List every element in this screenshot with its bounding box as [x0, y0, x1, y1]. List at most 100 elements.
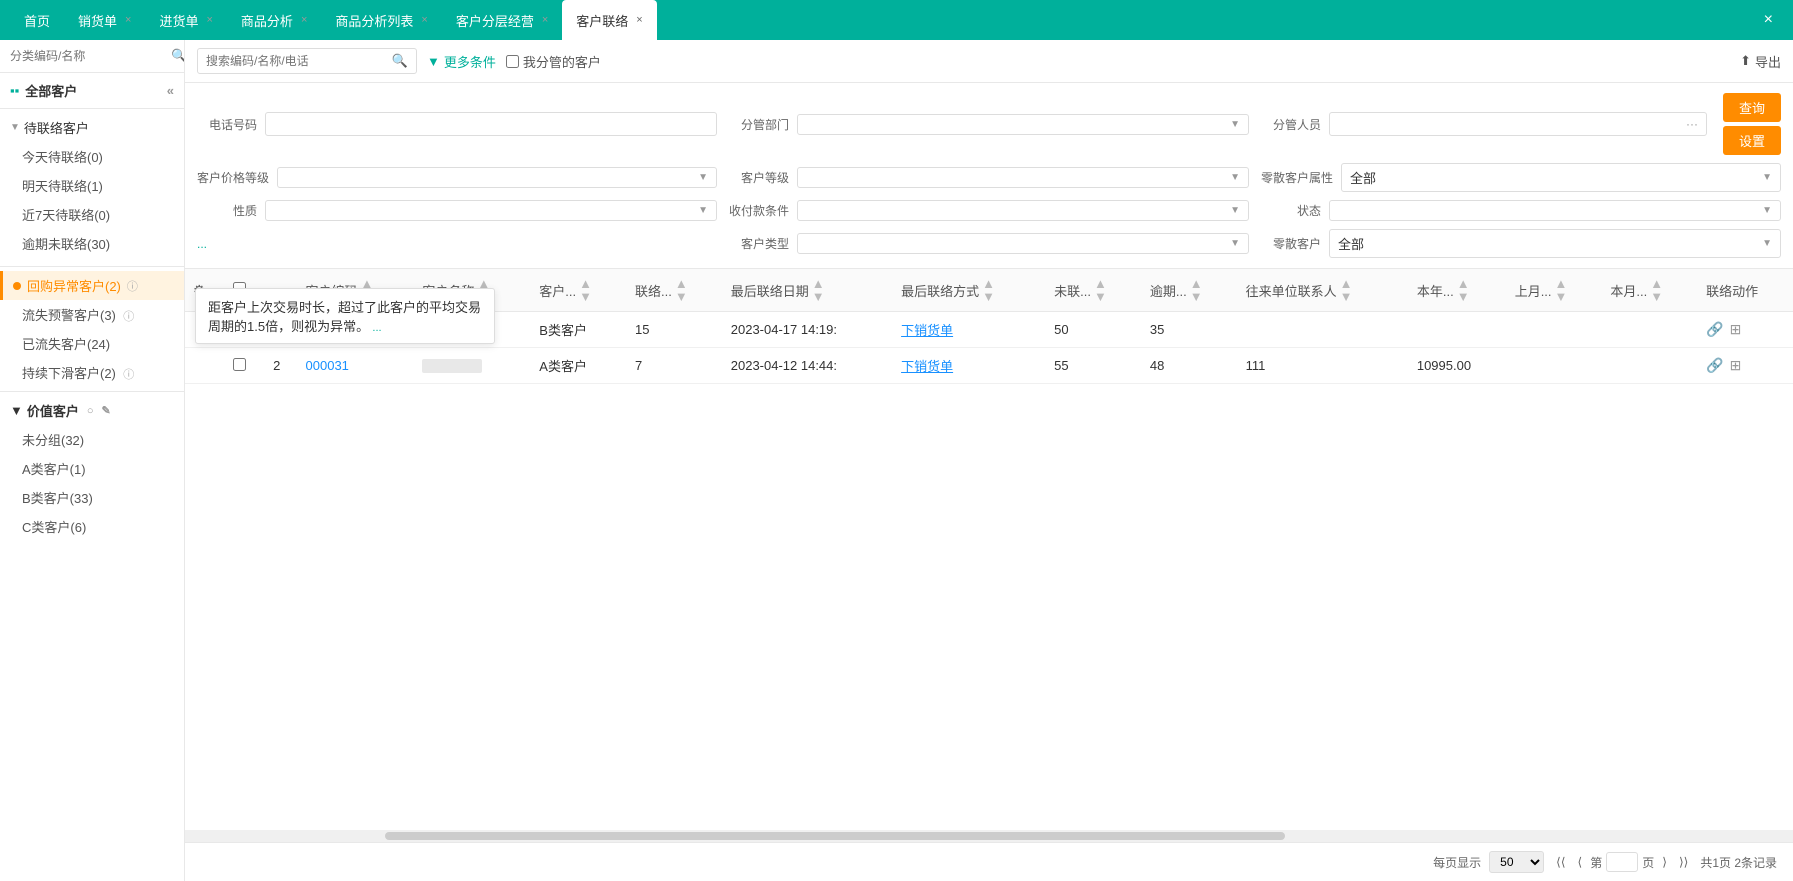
- filter-customer-type-select[interactable]: ▼: [797, 233, 1249, 254]
- row2-checkbox[interactable]: [225, 348, 265, 384]
- my-customer-checkbox[interactable]: 我分管的客户: [506, 52, 601, 71]
- search-input[interactable]: [206, 54, 386, 68]
- sidebar-item-c-class[interactable]: C类客户(6): [0, 512, 184, 541]
- more-filter-button[interactable]: ▼ 更多条件: [427, 52, 496, 71]
- last-month-sort-icon[interactable]: ▲▼: [1555, 277, 1568, 303]
- sidebar-item-b-class[interactable]: B类客户(33): [0, 483, 184, 512]
- export-button[interactable]: ⬆ 导出: [1740, 52, 1781, 71]
- query-button[interactable]: 查询: [1723, 93, 1781, 122]
- query-settings-col: 查询 设置: [1723, 93, 1781, 155]
- settings-button[interactable]: 设置: [1723, 126, 1781, 155]
- sidebar-collapse-button[interactable]: «: [167, 83, 174, 98]
- row2-code[interactable]: 000031: [298, 348, 415, 384]
- nav-product-analysis-list[interactable]: 商品分析列表 ×: [321, 0, 441, 40]
- status-dropdown-icon: ▼: [1762, 205, 1772, 216]
- sidebar-item-declining[interactable]: 持续下滑客户(2) ⓘ: [0, 358, 184, 387]
- nav-home[interactable]: 首页: [10, 0, 64, 40]
- row2-name[interactable]: [414, 348, 531, 384]
- col-last-method[interactable]: 最后联络方式 ▲▼: [893, 269, 1046, 312]
- col-overdue[interactable]: 逾期... ▲▼: [1142, 269, 1238, 312]
- overdue-sort-icon[interactable]: ▲▼: [1190, 277, 1203, 303]
- col-uncontacted[interactable]: 未联... ▲▼: [1046, 269, 1142, 312]
- sidebar-search-input[interactable]: [10, 49, 165, 63]
- uncontacted-sort-icon[interactable]: ▲▼: [1094, 277, 1107, 303]
- nav-purchase-close[interactable]: ×: [206, 14, 212, 26]
- nav-product-analysis[interactable]: 商品分析 ×: [227, 0, 321, 40]
- sidebar-item-lost-customers[interactable]: 已流失客户(24): [0, 329, 184, 358]
- page-suffix: 页: [1642, 854, 1654, 871]
- sidebar-item-ungrouped[interactable]: 未分组(32): [0, 425, 184, 454]
- type-sort-icon[interactable]: ▲▼: [579, 277, 592, 303]
- tooltip-more-link[interactable]: ...: [372, 322, 381, 334]
- pending-group-title[interactable]: ▼ 待联络客户: [0, 113, 184, 142]
- page-input[interactable]: 1: [1606, 852, 1638, 872]
- next-page-button[interactable]: ⟩: [1658, 853, 1671, 871]
- nav-customer-tier[interactable]: 客户分层经营 ×: [442, 0, 562, 40]
- sidebar-item-a-class[interactable]: A类客户(1): [0, 454, 184, 483]
- my-customer-check[interactable]: [506, 55, 519, 68]
- per-page-select[interactable]: 50 100 200: [1489, 851, 1544, 873]
- horizontal-scrollbar[interactable]: [185, 830, 1793, 842]
- sidebar-item-tomorrow[interactable]: 明天待联络(1): [0, 171, 184, 200]
- row1-link-icon[interactable]: 🔗: [1706, 321, 1723, 338]
- search-icon[interactable]: 🔍: [392, 53, 408, 69]
- sidebar-search-icon[interactable]: 🔍: [171, 48, 185, 64]
- filter-retail-attr-select[interactable]: 全部 ▼: [1341, 163, 1781, 192]
- this-month-sort-icon[interactable]: ▲▼: [1650, 277, 1663, 303]
- value-group-edit-icon[interactable]: ○: [87, 405, 94, 417]
- nav-customer-contact[interactable]: 客户联络 ×: [562, 0, 656, 40]
- sidebar-item-today[interactable]: 今天待联络(0): [0, 142, 184, 171]
- filter-more-button[interactable]: ...: [197, 237, 207, 251]
- sidebar-item-7days[interactable]: 近7天待联络(0): [0, 200, 184, 229]
- nav-customer-tier-close[interactable]: ×: [542, 14, 548, 26]
- row2-check[interactable]: [233, 358, 246, 371]
- filter-manager-select[interactable]: ···: [1329, 112, 1707, 136]
- filter-price-level-select[interactable]: ▼: [277, 167, 717, 188]
- filter-nature-label: 性质: [197, 202, 257, 219]
- filter-customer-level-select[interactable]: ▼: [797, 167, 1249, 188]
- nav-product-analysis-close[interactable]: ×: [301, 14, 307, 26]
- filter-dept-select[interactable]: ▼: [797, 114, 1249, 135]
- nav-sales[interactable]: 销货单 ×: [64, 0, 145, 40]
- col-contact[interactable]: 联络... ▲▼: [627, 269, 723, 312]
- table-area: ⚙ 客户编码 ▲▼: [185, 269, 1793, 830]
- filter-retail-customer-select[interactable]: 全部 ▼: [1329, 229, 1781, 258]
- scrollbar-thumb[interactable]: [385, 832, 1285, 840]
- row2-grid-icon[interactable]: ⊞: [1730, 357, 1742, 374]
- filter-phone-input[interactable]: [265, 112, 717, 136]
- unit-contacts-sort-icon[interactable]: ▲▼: [1340, 277, 1353, 303]
- sidebar-item-overdue[interactable]: 逾期未联络(30): [0, 229, 184, 258]
- value-group-title[interactable]: ▼ 价值客户 ○ ✎: [0, 396, 184, 425]
- col-this-month[interactable]: 本月... ▲▼: [1602, 269, 1698, 312]
- row1-grid-icon[interactable]: ⊞: [1730, 321, 1742, 338]
- sidebar-item-repurchase-anomaly[interactable]: 回购异常客户(2) ⓘ: [0, 271, 184, 300]
- sidebar-all-customers[interactable]: ▪▪ 全部客户 «: [0, 73, 184, 109]
- window-close-button[interactable]: ×: [1754, 11, 1783, 29]
- prev-page-button[interactable]: ⟨: [1574, 853, 1587, 871]
- nav-sales-close[interactable]: ×: [125, 14, 131, 26]
- col-type[interactable]: 客户... ▲▼: [531, 269, 627, 312]
- col-last-date[interactable]: 最后联络日期 ▲▼: [723, 269, 893, 312]
- col-unit-contacts[interactable]: 往来单位联系人 ▲▼: [1238, 269, 1409, 312]
- nav-product-list-close[interactable]: ×: [421, 14, 427, 26]
- filter-retail-attr-row: 零散客户属性 全部 ▼: [1261, 163, 1781, 192]
- filter-payment-select[interactable]: ▼: [797, 200, 1249, 221]
- sidebar-item-loss-warning[interactable]: 流失预警客户(3) ⓘ: [0, 300, 184, 329]
- value-group-edit2-icon[interactable]: ✎: [102, 404, 111, 417]
- first-page-button[interactable]: ⟨⟨: [1552, 853, 1569, 871]
- last-page-button[interactable]: ⟩⟩: [1675, 853, 1692, 871]
- nav-customer-contact-close[interactable]: ×: [636, 14, 642, 26]
- last-method-sort-icon[interactable]: ▲▼: [982, 277, 995, 303]
- nav-purchase[interactable]: 进货单 ×: [145, 0, 226, 40]
- row2-link-icon[interactable]: 🔗: [1706, 357, 1723, 374]
- row1-last-method[interactable]: 下销货单: [893, 312, 1046, 348]
- filter-nature-select[interactable]: ▼: [265, 200, 717, 221]
- col-last-month[interactable]: 上月... ▲▼: [1507, 269, 1603, 312]
- contact-sort-icon[interactable]: ▲▼: [675, 277, 688, 303]
- col-this-year[interactable]: 本年... ▲▼: [1409, 269, 1507, 312]
- row2-last-method[interactable]: 下销货单: [893, 348, 1046, 384]
- this-year-sort-icon[interactable]: ▲▼: [1457, 277, 1470, 303]
- row2-this-month: [1602, 348, 1698, 384]
- filter-status-select[interactable]: ▼: [1329, 200, 1781, 221]
- last-date-sort-icon[interactable]: ▲▼: [812, 277, 825, 303]
